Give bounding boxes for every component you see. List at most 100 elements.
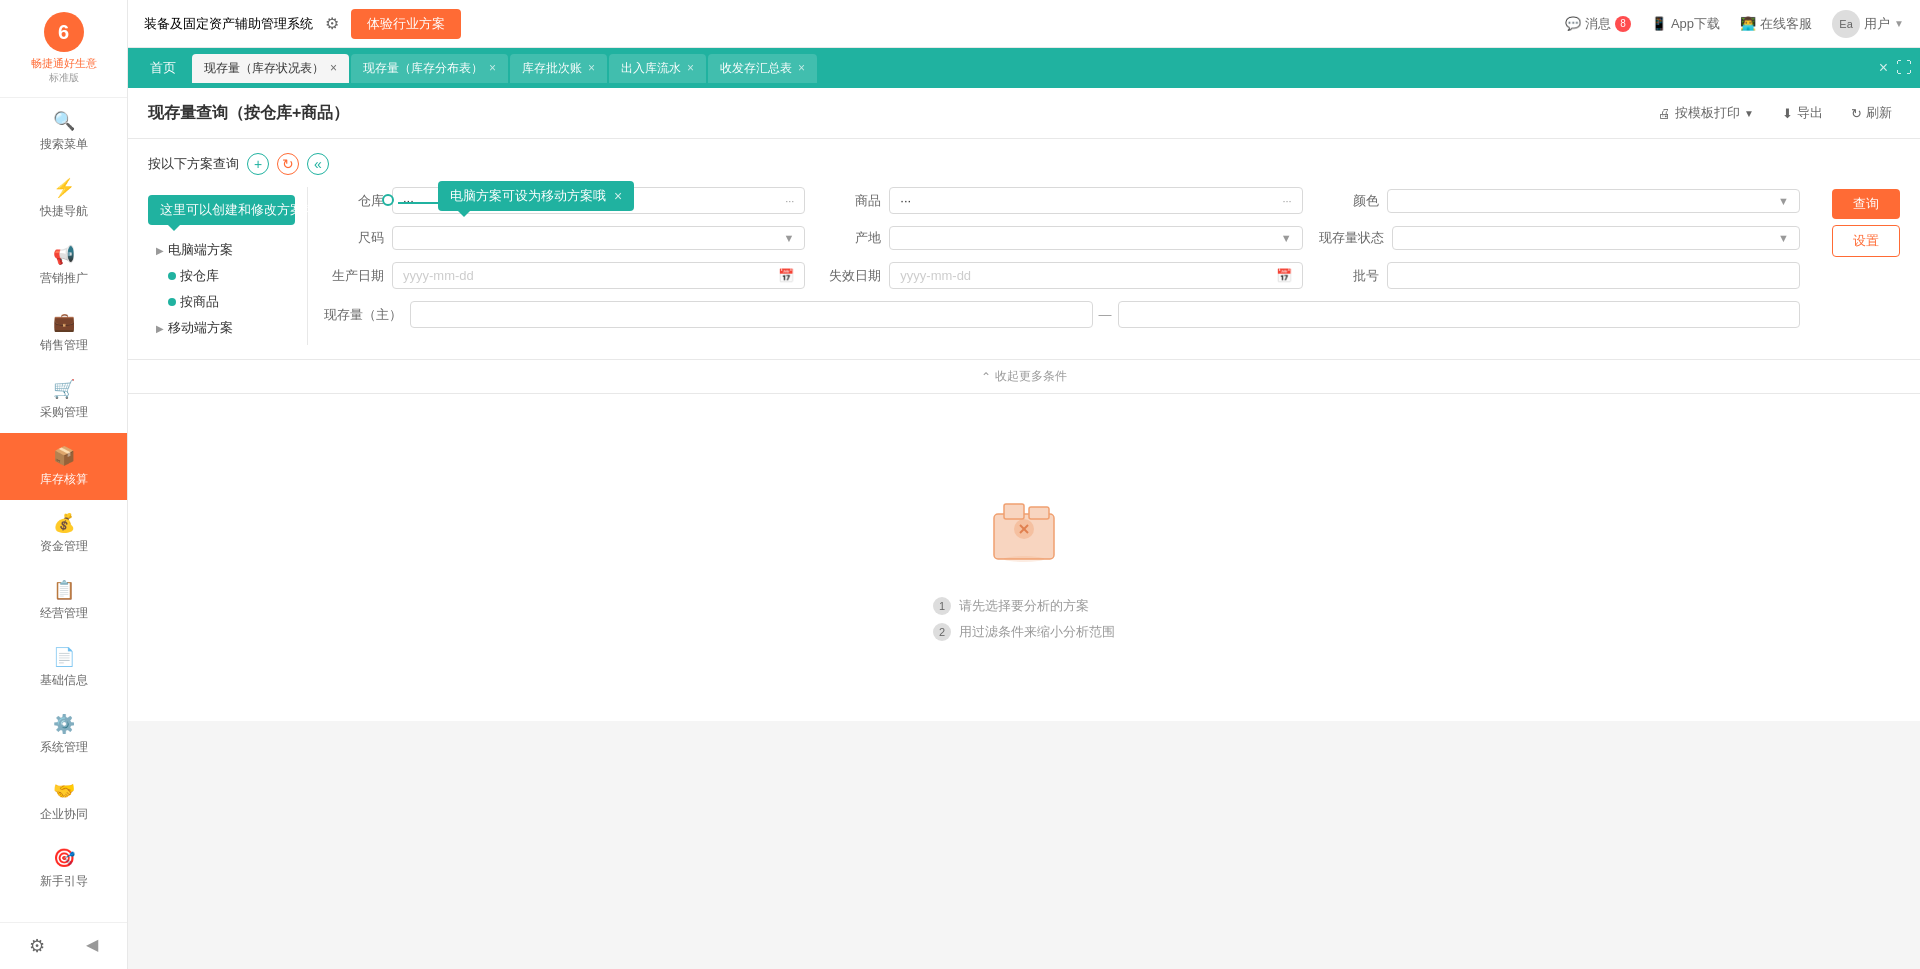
back-btn[interactable]: « bbox=[307, 153, 329, 175]
sidebar-item-quicknav[interactable]: ⚡ 快捷导航 bbox=[0, 165, 127, 232]
stock-main-max[interactable] bbox=[1118, 301, 1801, 328]
tab-batch-account[interactable]: 库存批次账 × bbox=[510, 54, 607, 83]
tab-inventory-dist[interactable]: 现存量（库存分布表） × bbox=[351, 54, 508, 83]
tabs-menu-icon[interactable]: × bbox=[1879, 59, 1888, 77]
sidebar-item-inventory[interactable]: 📦 库存核算 bbox=[0, 433, 127, 500]
size-label: 尺码 bbox=[324, 229, 384, 247]
goods-arrow: ··· bbox=[1282, 195, 1291, 207]
search-btn[interactable]: 查询 bbox=[1832, 189, 1900, 219]
filter-section: 按以下方案查询 + ↻ « 电脑方案可设为移动方案哦 × 这里 bbox=[128, 139, 1920, 360]
sidebar-item-operations[interactable]: 📋 经营管理 bbox=[0, 567, 127, 634]
sidebar-bottom: ⚙ ◀ bbox=[0, 922, 127, 969]
tab-inventory-status-label: 现存量（库存状况表） bbox=[204, 60, 324, 77]
sidebar-item-search[interactable]: 🔍 搜索菜单 bbox=[0, 98, 127, 165]
logo-text: 畅捷通好生意 bbox=[31, 56, 97, 71]
tab-receive-send-close[interactable]: × bbox=[798, 61, 805, 75]
sidebar-item-newguide[interactable]: 🎯 新手引导 bbox=[0, 835, 127, 902]
tab-inventory-dist-label: 现存量（库存分布表） bbox=[363, 60, 483, 77]
tree-item-warehouse[interactable]: 按仓库 bbox=[148, 263, 295, 289]
refresh-scheme-btn[interactable]: ↻ bbox=[277, 153, 299, 175]
filter-row4: 现存量（主） — bbox=[324, 301, 1800, 328]
stock-status-arrow: ▼ bbox=[1778, 232, 1789, 244]
stock-main-min[interactable] bbox=[410, 301, 1093, 328]
tooltip2-text: 这里可以创建和修改方案哦 bbox=[160, 201, 316, 219]
connector-dot bbox=[382, 194, 394, 206]
collapse-btn[interactable]: ⌃ 收起更多条件 bbox=[981, 368, 1067, 385]
tab-inout-flow-close[interactable]: × bbox=[687, 61, 694, 75]
topbar-left: 装备及固定资产辅助管理系统 ⚙ 体验行业方案 bbox=[144, 9, 461, 39]
sidebar-item-enterprise[interactable]: 🤝 企业协同 bbox=[0, 768, 127, 835]
sidebar-item-marketing[interactable]: 📢 营销推广 bbox=[0, 232, 127, 299]
settings-button[interactable]: ⚙ bbox=[29, 935, 45, 957]
svg-rect-1 bbox=[1004, 504, 1024, 519]
sidebar-item-marketing-label: 营销推广 bbox=[40, 270, 88, 287]
tab-batch-account-close[interactable]: × bbox=[588, 61, 595, 75]
filter-size: 尺码 ▼ bbox=[324, 226, 805, 250]
industry-btn[interactable]: 体验行业方案 bbox=[351, 9, 461, 39]
system-icon: ⚙️ bbox=[53, 713, 75, 735]
avatar-text: Ea bbox=[1839, 18, 1852, 30]
empty-tip2: 2 用过滤条件来缩小分析范围 bbox=[933, 623, 1115, 641]
production-date-input[interactable]: yyyy-mm-dd 📅 bbox=[392, 262, 805, 289]
collapse-sidebar-button[interactable]: ◀ bbox=[86, 935, 98, 957]
reset-btn[interactable]: 设置 bbox=[1832, 225, 1900, 257]
message-btn[interactable]: 💬 消息 8 bbox=[1565, 15, 1631, 33]
refresh-btn[interactable]: ↻ 刷新 bbox=[1843, 100, 1900, 126]
tree-mobile-label: 移动端方案 bbox=[168, 319, 233, 337]
settings-gear-icon[interactable]: ⚙ bbox=[325, 14, 339, 33]
tab-receive-send-label: 收发存汇总表 bbox=[720, 60, 792, 77]
color-select[interactable]: ▼ bbox=[1387, 189, 1800, 213]
main-area: 装备及固定资产辅助管理系统 ⚙ 体验行业方案 💬 消息 8 📱 App下载 👨‍… bbox=[128, 0, 1920, 969]
goods-select[interactable]: ··· ··· bbox=[889, 187, 1302, 214]
tooltip1-close-btn[interactable]: × bbox=[614, 188, 622, 204]
add-scheme-btn[interactable]: + bbox=[247, 153, 269, 175]
production-date-calendar-icon[interactable]: 📅 bbox=[778, 268, 794, 283]
sidebar-item-finance[interactable]: 💰 资金管理 bbox=[0, 500, 127, 567]
stock-status-select[interactable]: ▼ bbox=[1392, 226, 1800, 250]
tree-item-goods[interactable]: 按商品 bbox=[148, 289, 295, 315]
sidebar-item-system[interactable]: ⚙️ 系统管理 bbox=[0, 701, 127, 768]
tree-dot-warehouse bbox=[168, 272, 176, 280]
tree-mobile-scheme[interactable]: ▶ 移动端方案 bbox=[148, 315, 295, 341]
page-title: 现存量查询（按仓库+商品） bbox=[148, 103, 349, 124]
size-arrow: ▼ bbox=[783, 232, 794, 244]
tab-receive-send[interactable]: 收发存汇总表 × bbox=[708, 54, 817, 83]
print-icon: 🖨 bbox=[1658, 106, 1671, 121]
print-template-btn[interactable]: 🖨 按模板打印 ▼ bbox=[1650, 100, 1762, 126]
operations-icon: 📋 bbox=[53, 579, 75, 601]
tab-inout-flow[interactable]: 出入库流水 × bbox=[609, 54, 706, 83]
sidebar-item-purchase[interactable]: 🛒 采购管理 bbox=[0, 366, 127, 433]
sidebar-item-finance-label: 资金管理 bbox=[40, 538, 88, 555]
tab-inventory-status[interactable]: 现存量（库存状况表） × bbox=[192, 54, 349, 83]
online-support-btn[interactable]: 👨‍💻 在线客服 bbox=[1740, 15, 1812, 33]
tab-inventory-status-close[interactable]: × bbox=[330, 61, 337, 75]
size-select[interactable]: ▼ bbox=[392, 226, 805, 250]
expiry-date-calendar-icon[interactable]: 📅 bbox=[1276, 268, 1292, 283]
finance-icon: 💰 bbox=[53, 512, 75, 534]
export-btn[interactable]: ⬇ 导出 bbox=[1774, 100, 1831, 126]
tip1-text: 请先选择要分析的方案 bbox=[959, 597, 1089, 615]
batch-no-input[interactable] bbox=[1387, 262, 1800, 289]
tree-desktop-scheme[interactable]: ▶ 电脑端方案 bbox=[148, 237, 295, 263]
empty-illustration bbox=[974, 474, 1074, 597]
sidebar-item-purchase-label: 采购管理 bbox=[40, 404, 88, 421]
filter-expiry-date: 失效日期 yyyy-mm-dd 📅 bbox=[821, 262, 1302, 289]
tab-home[interactable]: 首页 bbox=[136, 53, 190, 83]
sidebar-item-sales[interactable]: 💼 销售管理 bbox=[0, 299, 127, 366]
user-profile[interactable]: Ea 用户 ▼ bbox=[1832, 10, 1904, 38]
expiry-date-input[interactable]: yyyy-mm-dd 📅 bbox=[889, 262, 1302, 289]
tooltip2-close-btn[interactable]: × bbox=[324, 202, 332, 218]
sales-icon: 💼 bbox=[53, 311, 75, 333]
collapse-label: 收起更多条件 bbox=[995, 368, 1067, 385]
sidebar-item-sales-label: 销售管理 bbox=[40, 337, 88, 354]
search-icon: 🔍 bbox=[53, 110, 75, 132]
fullscreen-icon[interactable]: ⛶ bbox=[1896, 59, 1912, 77]
origin-select[interactable]: ▼ bbox=[889, 226, 1302, 250]
collapse-bar: ⌃ 收起更多条件 bbox=[128, 360, 1920, 394]
sidebar-item-basicinfo[interactable]: 📄 基础信息 bbox=[0, 634, 127, 701]
tab-inventory-dist-close[interactable]: × bbox=[489, 61, 496, 75]
tree-warehouse-label: 按仓库 bbox=[180, 267, 219, 285]
filter-batch-no: 批号 bbox=[1319, 262, 1800, 289]
app-download-btn[interactable]: 📱 App下载 bbox=[1651, 15, 1720, 33]
topbar: 装备及固定资产辅助管理系统 ⚙ 体验行业方案 💬 消息 8 📱 App下载 👨‍… bbox=[128, 0, 1920, 48]
